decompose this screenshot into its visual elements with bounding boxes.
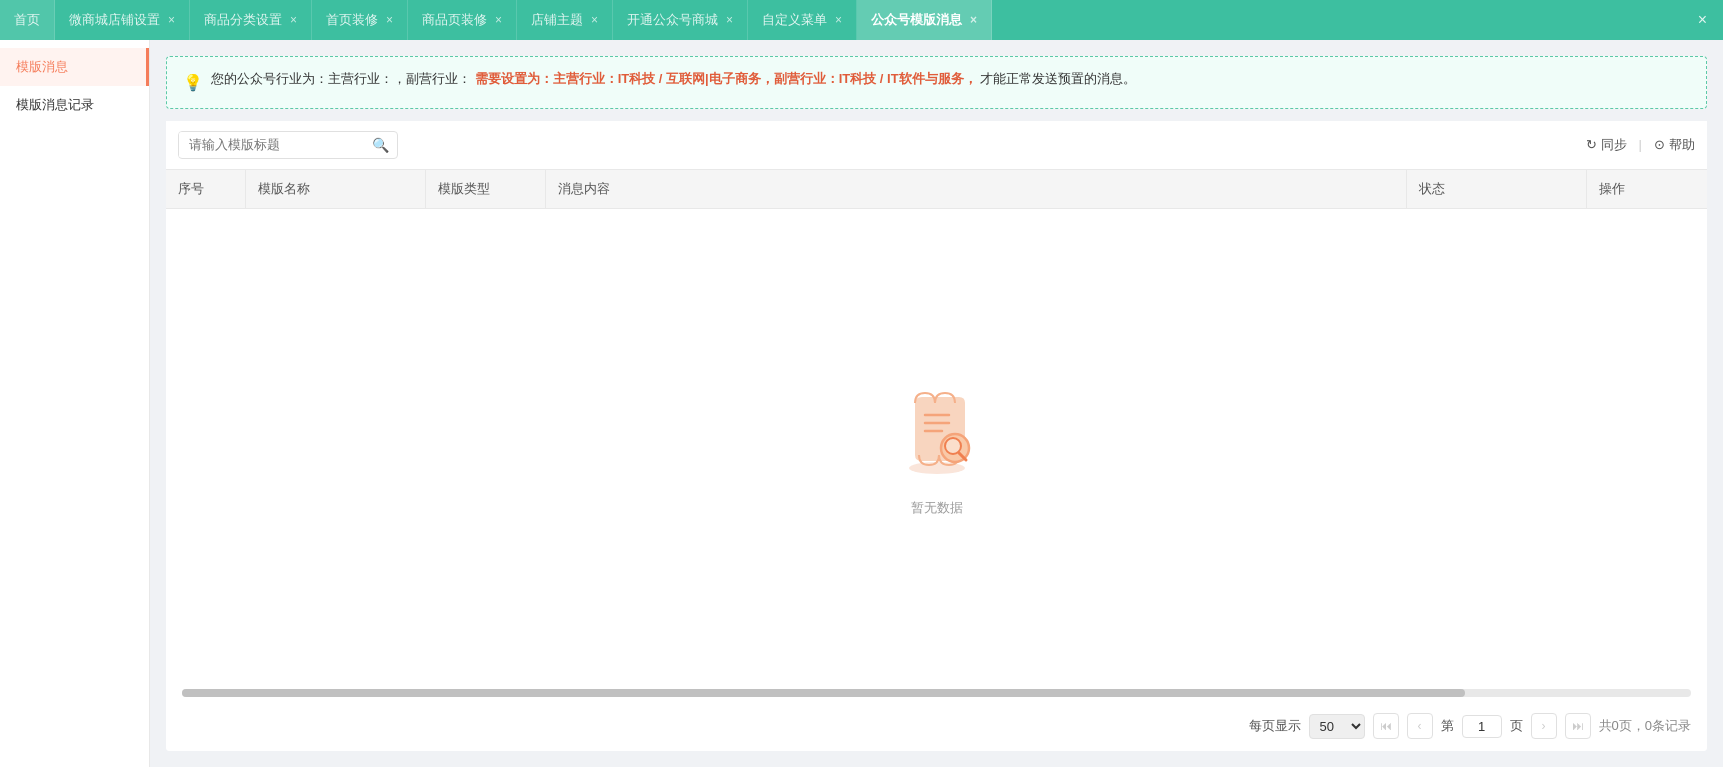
col-status: 状态 [1407,170,1587,208]
search-box: 🔍 [178,131,398,159]
search-icon: 🔍 [372,137,389,153]
tab-home-label: 首页 [14,11,40,29]
tab-product-category-label: 商品分类设置 [204,11,282,29]
tab-product-category[interactable]: 商品分类设置 × [190,0,312,40]
search-input[interactable] [179,132,364,157]
content-area: 💡 您的公众号行业为：主营行业：，副营行业： 需要设置为：主营行业：IT科技 /… [150,40,1723,767]
col-action: 操作 [1587,170,1707,208]
table-header: 序号 模版名称 模版类型 消息内容 状态 操作 [166,169,1707,209]
col-name: 模版名称 [246,170,426,208]
sync-button[interactable]: ↻ 同步 [1586,136,1627,154]
tab-homepage-decor-close[interactable]: × [386,13,393,27]
tab-product-category-close[interactable]: × [290,13,297,27]
scrollbar-track[interactable] [182,689,1691,697]
notice-icon: 💡 [183,70,203,96]
main-layout: 模版消息 模版消息记录 💡 您的公众号行业为：主营行业：，副营行业： 需要设置为… [0,40,1723,767]
top-tabbar: 首页 微商城店铺设置 × 商品分类设置 × 首页装修 × 商品页装修 × 店铺主… [0,0,1723,40]
tab-open-wechat-mall-close[interactable]: × [726,13,733,27]
divider: | [1639,137,1642,152]
tab-open-wechat-mall[interactable]: 开通公众号商城 × [613,0,748,40]
prev-page-button[interactable]: ‹ [1407,713,1433,739]
sidebar-item-template-message-record[interactable]: 模版消息记录 [0,86,149,124]
tab-custom-menu-label: 自定义菜单 [762,11,827,29]
help-icon: ⊙ [1654,137,1665,152]
scrollbar-thumb[interactable] [182,689,1465,697]
col-type: 模版类型 [426,170,546,208]
table-card: 🔍 ↻ 同步 | ⊙ 帮助 序号 模版名称 [166,121,1707,751]
tab-home[interactable]: 首页 [0,0,55,40]
empty-text: 暂无数据 [911,499,963,517]
global-close-button[interactable]: × [1682,0,1723,40]
tab-weshop-settings-close[interactable]: × [168,13,175,27]
tab-store-theme-close[interactable]: × [591,13,598,27]
next-page-button[interactable]: › [1531,713,1557,739]
notice-text: 您的公众号行业为：主营行业：，副营行业： 需要设置为：主营行业：IT科技 / 互… [211,69,1136,90]
tab-product-decor-label: 商品页装修 [422,11,487,29]
notice-box: 💡 您的公众号行业为：主营行业：，副营行业： 需要设置为：主营行业：IT科技 /… [166,56,1707,109]
tab-product-decor[interactable]: 商品页装修 × [408,0,517,40]
tab-template-message-label: 公众号模版消息 [871,11,962,29]
empty-state: 暂无数据 [166,209,1707,681]
toolbar-right: ↻ 同步 | ⊙ 帮助 [1586,136,1695,154]
tab-product-decor-close[interactable]: × [495,13,502,27]
tab-store-theme[interactable]: 店铺主题 × [517,0,613,40]
tab-homepage-decor-label: 首页装修 [326,11,378,29]
tab-template-message[interactable]: 公众号模版消息 × [857,0,992,40]
tab-homepage-decor[interactable]: 首页装修 × [312,0,408,40]
pagination-bar: 每页显示 50 20 100 ⏮ ‹ 第 页 › ⏭ 共0页，0条记录 [166,705,1707,751]
help-button[interactable]: ⊙ 帮助 [1654,136,1695,154]
tab-template-message-close[interactable]: × [970,13,977,27]
page-number-input[interactable] [1462,715,1502,738]
tab-custom-menu[interactable]: 自定义菜单 × [748,0,857,40]
tab-open-wechat-mall-label: 开通公众号商城 [627,11,718,29]
sync-icon: ↻ [1586,137,1597,152]
total-info: 共0页，0条记录 [1599,717,1691,735]
empty-illustration [887,383,987,483]
toolbar: 🔍 ↻ 同步 | ⊙ 帮助 [166,121,1707,169]
col-content: 消息内容 [546,170,1407,208]
page-label-after: 页 [1510,717,1523,735]
page-size-label: 每页显示 [1249,717,1301,735]
col-index: 序号 [166,170,246,208]
tab-custom-menu-close[interactable]: × [835,13,842,27]
sidebar: 模版消息 模版消息记录 [0,40,150,767]
tab-store-theme-label: 店铺主题 [531,11,583,29]
page-label-before: 第 [1441,717,1454,735]
tab-weshop-settings-label: 微商城店铺设置 [69,11,160,29]
search-button[interactable]: 🔍 [364,132,397,158]
last-page-button[interactable]: ⏭ [1565,713,1591,739]
tab-weshop-settings[interactable]: 微商城店铺设置 × [55,0,190,40]
sidebar-item-template-message[interactable]: 模版消息 [0,48,149,86]
page-size-select[interactable]: 50 20 100 [1309,714,1365,739]
first-page-button[interactable]: ⏮ [1373,713,1399,739]
